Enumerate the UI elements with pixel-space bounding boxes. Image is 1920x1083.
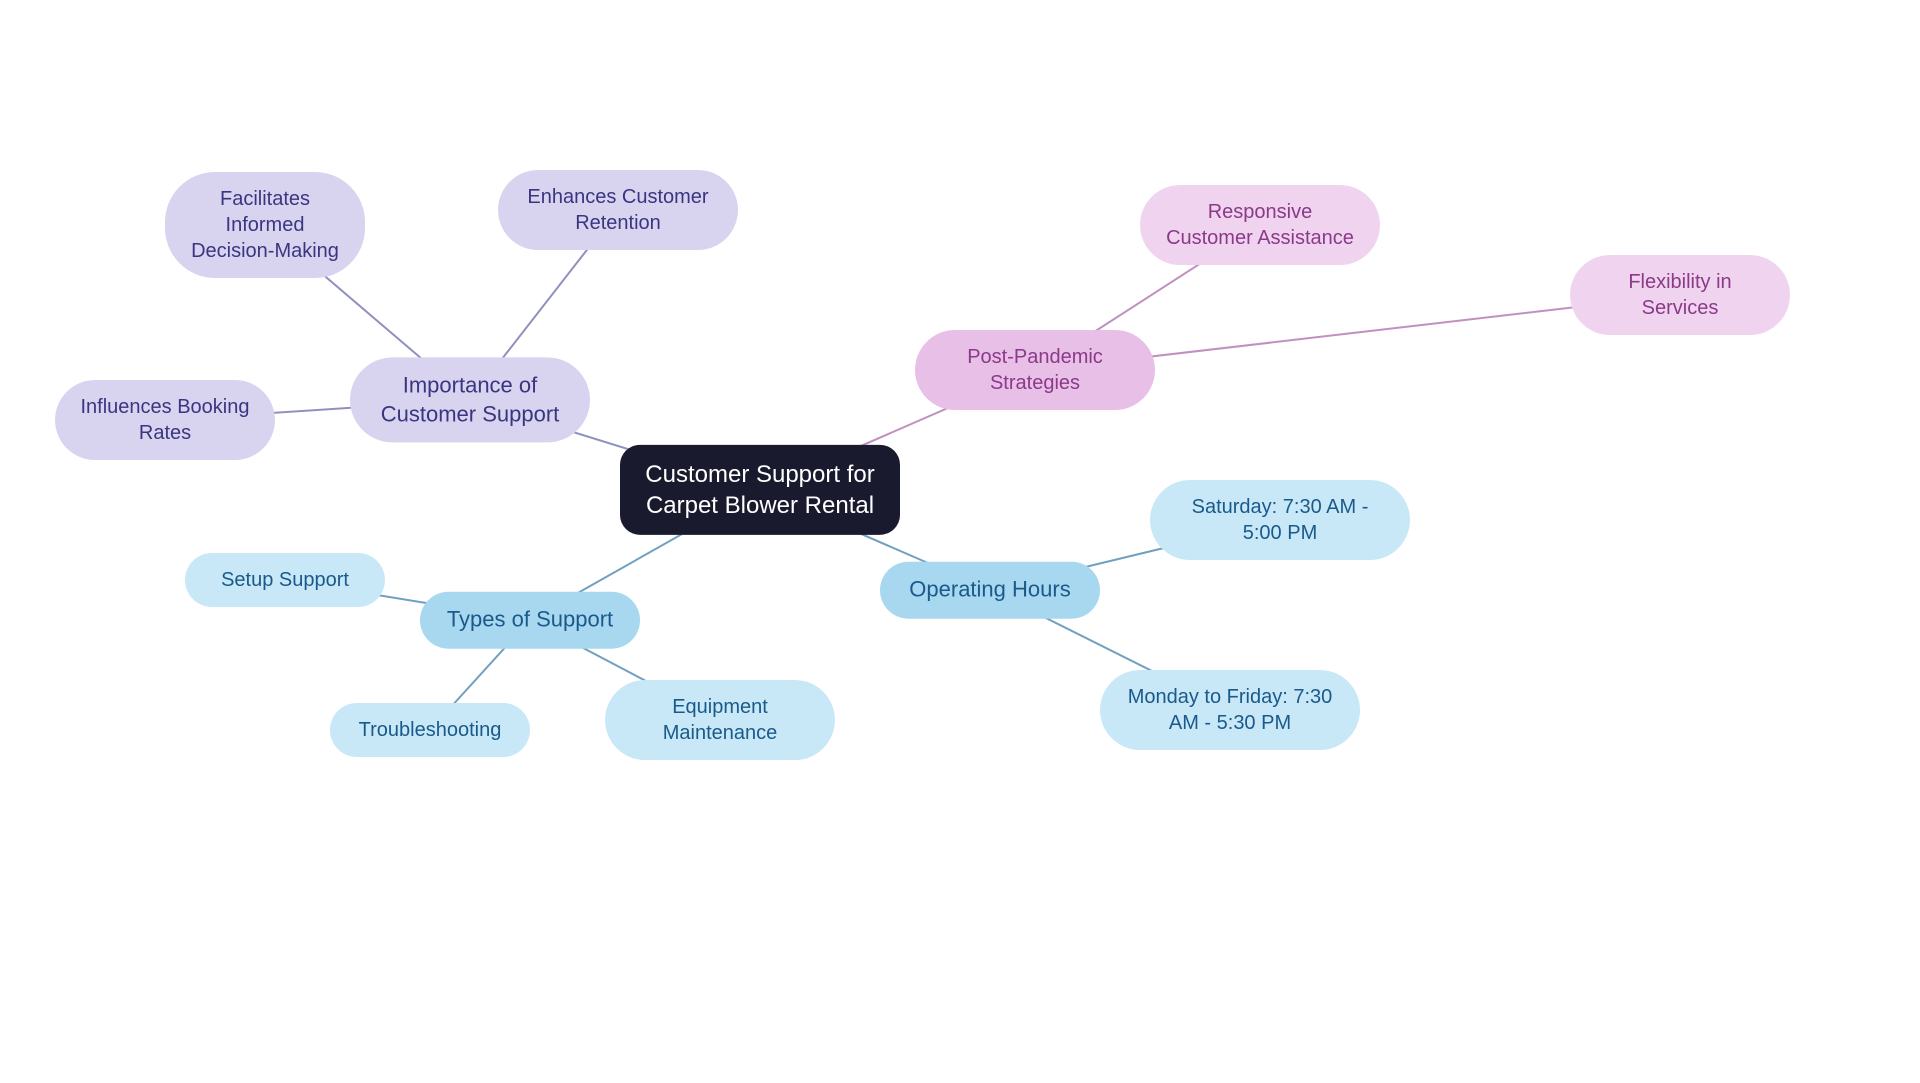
importance-node: Importance of Customer Support	[350, 357, 590, 442]
postpandemic-node: Post-Pandemic Strategies	[915, 330, 1155, 410]
types-node: Types of Support	[420, 592, 640, 649]
equipment-node: Equipment Maintenance	[605, 680, 835, 760]
connections-svg	[0, 0, 1920, 1083]
center-node: Customer Support for Carpet Blower Renta…	[620, 445, 900, 535]
troubleshooting-node: Troubleshooting	[330, 703, 530, 757]
responsive-node: Responsive Customer Assistance	[1140, 185, 1380, 265]
influences-node: Influences Booking Rates	[55, 380, 275, 460]
flexibility-node: Flexibility in Services	[1570, 255, 1790, 335]
saturday-node: Saturday: 7:30 AM - 5:00 PM	[1150, 480, 1410, 560]
facilitates-node: Facilitates Informed Decision-Making	[165, 172, 365, 278]
setup-node: Setup Support	[185, 553, 385, 607]
operating-node: Operating Hours	[880, 562, 1100, 619]
mindmap-container: Customer Support for Carpet Blower Renta…	[0, 0, 1920, 1083]
monday-node: Monday to Friday: 7:30 AM - 5:30 PM	[1100, 670, 1360, 750]
enhances-node: Enhances Customer Retention	[498, 170, 738, 250]
